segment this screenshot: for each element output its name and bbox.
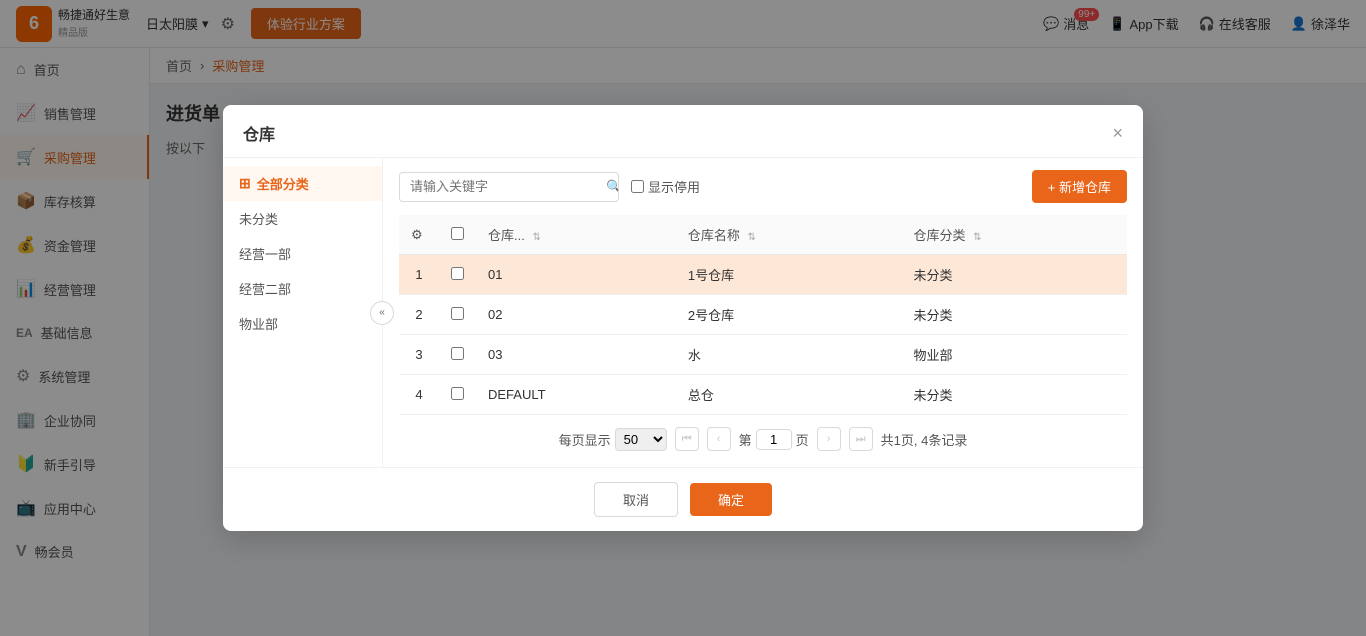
grid-icon: ⊞ [239, 175, 251, 192]
page-number-input[interactable] [756, 429, 792, 450]
search-input[interactable] [400, 173, 596, 200]
per-page-dropdown[interactable]: 50 100 200 [615, 428, 667, 451]
row-name: 2号仓库 [676, 295, 902, 335]
modal-header: 仓库 × [223, 105, 1143, 158]
category-panel: ⊞ 全部分类 未分类 经营一部 经营二部 物业部 « [223, 158, 383, 467]
category-all[interactable]: ⊞ 全部分类 [223, 166, 382, 201]
search-icon[interactable]: 🔍 [596, 173, 619, 201]
row-code: 03 [476, 335, 676, 375]
sort-code-icon: ⇅ [532, 232, 540, 243]
warehouse-table: ⚙ 仓库... ⇅ 仓库名称 [399, 215, 1127, 415]
category-item-2[interactable]: 经营二部 [223, 271, 382, 306]
settings-col-icon: ⚙ [411, 227, 423, 242]
row-checkbox[interactable] [439, 255, 476, 295]
row-category: 未分类 [901, 375, 1127, 415]
table-toolbar: 🔍 显示停用 + 新增仓库 [399, 170, 1127, 203]
table-panel: 🔍 显示停用 + 新增仓库 ⚙ [383, 158, 1143, 467]
category-item-1[interactable]: 经营一部 [223, 236, 382, 271]
category-item-3[interactable]: 物业部 [223, 306, 382, 341]
sort-name-icon: ⇅ [748, 232, 756, 243]
table-header: ⚙ 仓库... ⇅ 仓库名称 [399, 215, 1127, 255]
row-num: 3 [399, 335, 439, 375]
modal-title: 仓库 [243, 121, 275, 145]
table-row[interactable]: 1 01 1号仓库 未分类 [399, 255, 1127, 295]
row-num: 1 [399, 255, 439, 295]
modal-overlay[interactable]: 仓库 × ⊞ 全部分类 未分类 经营一部 经营二部 物业部 « [0, 0, 1366, 636]
row-name: 总仓 [676, 375, 902, 415]
prev-page-button[interactable]: ‹ [707, 427, 731, 451]
first-page-button[interactable]: ⏮ [675, 427, 699, 451]
row-category: 物业部 [901, 335, 1127, 375]
modal-body: ⊞ 全部分类 未分类 经营一部 经营二部 物业部 « 🔍 [223, 158, 1143, 467]
table-body: 1 01 1号仓库 未分类 2 02 2号仓库 [399, 255, 1127, 415]
table-container: ⚙ 仓库... ⇅ 仓库名称 [399, 215, 1127, 415]
collapse-category-button[interactable]: « [370, 301, 394, 325]
category-item-0[interactable]: 未分类 [223, 201, 382, 236]
table-row[interactable]: 3 03 水 物业部 [399, 335, 1127, 375]
row-num: 4 [399, 375, 439, 415]
total-records: 共1页, 4条记录 [881, 430, 968, 449]
next-page-button[interactable]: › [817, 427, 841, 451]
show-disabled-checkbox[interactable] [631, 180, 644, 193]
add-warehouse-button[interactable]: + 新增仓库 [1032, 170, 1127, 203]
pagination: 每页显示 50 100 200 ⏮ ‹ 第 页 › [399, 415, 1127, 455]
last-page-button[interactable]: ⏭ [849, 427, 873, 451]
row-category: 未分类 [901, 255, 1127, 295]
row-checkbox[interactable] [439, 295, 476, 335]
confirm-button[interactable]: 确定 [690, 483, 772, 516]
th-settings: ⚙ [399, 215, 439, 255]
row-code: 01 [476, 255, 676, 295]
page-input-area: 第 页 [739, 429, 809, 450]
row-code: DEFAULT [476, 375, 676, 415]
row-checkbox[interactable] [439, 375, 476, 415]
show-disabled-label[interactable]: 显示停用 [631, 177, 700, 196]
search-box: 🔍 [399, 172, 619, 202]
warehouse-modal: 仓库 × ⊞ 全部分类 未分类 经营一部 经营二部 物业部 « [223, 105, 1143, 531]
cancel-button[interactable]: 取消 [594, 482, 678, 517]
row-code: 02 [476, 295, 676, 335]
table-row[interactable]: 2 02 2号仓库 未分类 [399, 295, 1127, 335]
row-name: 水 [676, 335, 902, 375]
row-category: 未分类 [901, 295, 1127, 335]
sort-category-icon: ⇅ [973, 232, 981, 243]
th-code: 仓库... ⇅ [476, 215, 676, 255]
th-category: 仓库分类 ⇅ [901, 215, 1127, 255]
row-num: 2 [399, 295, 439, 335]
modal-footer: 取消 确定 [223, 467, 1143, 531]
select-all-checkbox[interactable] [451, 227, 464, 240]
row-checkbox[interactable] [439, 335, 476, 375]
th-name: 仓库名称 ⇅ [676, 215, 902, 255]
th-checkbox [439, 215, 476, 255]
modal-close-button[interactable]: × [1112, 124, 1123, 142]
per-page-select: 每页显示 50 100 200 [559, 428, 667, 451]
table-row[interactable]: 4 DEFAULT 总仓 未分类 [399, 375, 1127, 415]
row-name: 1号仓库 [676, 255, 902, 295]
